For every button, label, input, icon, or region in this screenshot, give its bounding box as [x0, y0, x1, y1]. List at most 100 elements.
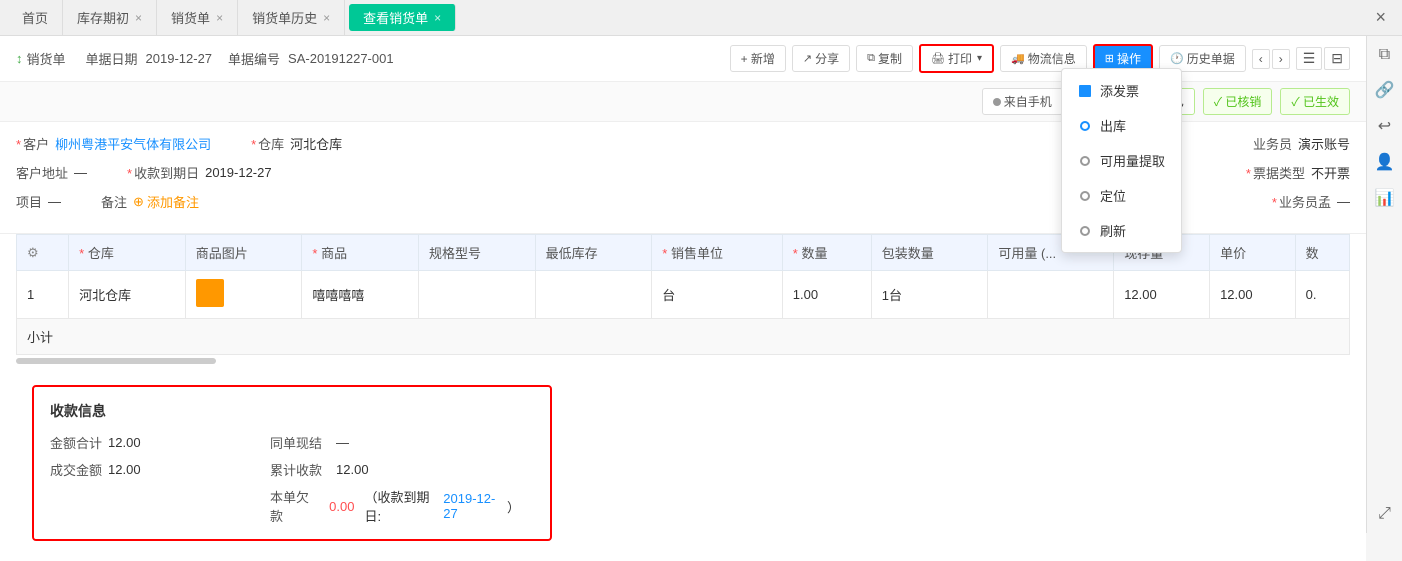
due-note-open: （收款到期日: [364, 487, 435, 525]
due-note-close: ） [507, 497, 520, 516]
due-date: 2019-12-27 [443, 491, 501, 521]
close-sales-tab[interactable]: × [216, 11, 223, 25]
window-close-button[interactable]: × [1367, 7, 1394, 28]
remark-field: 备注 ⊕ 添加备注 [101, 192, 199, 211]
cumulative-row: 累计收款 12.00 [270, 460, 520, 479]
next-button[interactable]: › [1272, 49, 1290, 69]
product-image [196, 279, 224, 307]
share-button[interactable]: ↗ 分享 [792, 45, 850, 72]
customer-field: 客户 柳州粤港平安气体有限公司 [16, 134, 211, 153]
payment-section: 收款信息 金额合计 12.00 同单现结 — 成交金额 12.00 [32, 385, 552, 541]
col-product: * 商品 [302, 235, 419, 271]
payment-date-value: 2019-12-27 [205, 165, 272, 180]
project-field: 项目 — [16, 192, 61, 211]
doc-date: 单据日期 2019-12-27 [86, 49, 213, 68]
transaction-row: 成交金额 12.00 [50, 460, 270, 479]
locate-item[interactable]: 定位 [1062, 178, 1181, 213]
scroll-thumb [16, 358, 216, 364]
doc-actions: + 新增 ↗ 分享 ⧉ 复制 🖨 打印 ▾ 🚚 物流信息 [730, 44, 1350, 73]
col-min-stock: 最低库存 [535, 235, 652, 271]
col-product-img: 商品图片 [185, 235, 302, 271]
check-circle-icon: ✓ [1214, 95, 1222, 109]
effective-button[interactable]: ✓ 已生效 [1280, 88, 1350, 115]
staff-value: 演示账号 [1298, 134, 1350, 153]
ticket-label: 票据类型 [1246, 163, 1305, 182]
tab-sales-order[interactable]: 销货单 × [157, 0, 238, 35]
refresh-item[interactable]: 刷新 [1062, 213, 1181, 248]
sidebar-chart-icon[interactable]: 📊 [1375, 188, 1395, 208]
row-product: 嘻嘻嘻嘻 [302, 271, 419, 319]
same-order-value: — [336, 435, 349, 450]
settings-gear-icon[interactable]: ⚙ [27, 245, 39, 260]
add-button[interactable]: + 新增 [730, 45, 786, 72]
cancelled-button[interactable]: ✓ 已核销 [1203, 88, 1273, 115]
row-min-stock [535, 271, 652, 319]
subtotal-row: 小计 [17, 319, 1350, 355]
row-warehouse: 河北仓库 [69, 271, 186, 319]
row-spec [419, 271, 536, 319]
tab-bar: 首页 库存期初 × 销货单 × 销货单历史 × 查看销货单 × × [0, 0, 1402, 36]
col-pack-qty: 包装数量 [871, 235, 988, 271]
close-inventory-tab[interactable]: × [135, 11, 142, 25]
address-label: 客户地址 [16, 163, 68, 182]
doc-number: 单据编号 SA-20191227-001 [228, 49, 394, 68]
right-sidebar: ⧉ 🔗 ↩ 👤 📊 ⤢ [1366, 36, 1402, 533]
locate-icon [1078, 189, 1092, 203]
cumulative-label: 累计收款 [270, 460, 322, 479]
transaction-value: 12.00 [108, 462, 141, 477]
payment-section-wrapper: 收款信息 金额合计 12.00 同单现结 — 成交金额 12.00 [0, 365, 1366, 561]
history-icon: 🕐 [1170, 52, 1184, 65]
payment-grid: 金额合计 12.00 同单现结 — 成交金额 12.00 累计收款 12.00 [50, 433, 534, 525]
add-remark-button[interactable]: ⊕ 添加备注 [133, 192, 199, 211]
address-field: 客户地址 — [16, 163, 87, 182]
close-history-tab[interactable]: × [323, 11, 330, 25]
tab-home[interactable]: 首页 [8, 0, 63, 35]
mobile-button[interactable]: 来自手机 [982, 88, 1063, 115]
print-icon: 🖨 [931, 52, 945, 65]
list-view-button[interactable]: ☰ [1296, 47, 1323, 70]
available-qty-icon [1078, 154, 1092, 168]
total-amount-row: 金额合计 12.00 [50, 433, 270, 452]
horizontal-scrollbar[interactable] [16, 357, 1350, 365]
due-label: 本单欠款 [270, 487, 315, 525]
copy-button[interactable]: ⧉ 复制 [856, 45, 913, 72]
sidebar-user-icon[interactable]: 👤 [1375, 152, 1395, 172]
project-value: — [48, 194, 61, 209]
remark-label: 备注 [101, 192, 127, 211]
nav-arrows: ‹ › [1252, 49, 1290, 69]
row-amount: 0. [1295, 271, 1349, 319]
ticket-value: 不开票 [1311, 163, 1350, 182]
add-invoice-item[interactable]: 添发票 [1062, 73, 1181, 108]
project-label: 项目 [16, 192, 42, 211]
sales-order-icon: ↕ [16, 51, 23, 66]
col-settings[interactable]: ⚙ [17, 235, 69, 271]
mobile-dot [993, 98, 1001, 106]
tab-view-sales[interactable]: 查看销货单 × [349, 4, 456, 31]
sales-staff-field: 业务员孟 — [1272, 192, 1350, 211]
sales-staff-value: — [1337, 194, 1350, 209]
close-view-sales-tab[interactable]: × [434, 11, 441, 25]
prev-button[interactable]: ‹ [1252, 49, 1270, 69]
due-value: 0.00 [329, 499, 354, 514]
col-warehouse: * 仓库 [69, 235, 186, 271]
print-button[interactable]: 🖨 打印 ▾ [919, 44, 994, 73]
col-amount: 数 [1295, 235, 1349, 271]
customer-value[interactable]: 柳州粤港平安气体有限公司 [55, 134, 211, 153]
outbound-item[interactable]: 出库 [1062, 108, 1181, 143]
grid-view-button[interactable]: ⊟ [1324, 47, 1350, 70]
tab-inventory-init[interactable]: 库存期初 × [63, 0, 157, 35]
sidebar-copy-icon[interactable]: ⧉ [1379, 46, 1390, 64]
view-toggle: ☰ ⊟ [1296, 47, 1350, 70]
payment-date-field: 收款到期日 2019-12-27 [127, 163, 272, 182]
copy-icon: ⧉ [867, 52, 875, 65]
available-qty-item[interactable]: 可用量提取 [1062, 143, 1181, 178]
payment-date-label: 收款到期日 [127, 163, 199, 182]
same-order-label: 同单现结 [270, 433, 322, 452]
sidebar-return-icon[interactable]: ↩ [1378, 116, 1391, 136]
row-pack-qty: 1台 [871, 271, 988, 319]
sidebar-expand-icon[interactable]: ⤢ [1378, 505, 1391, 523]
share-icon: ↗ [803, 52, 812, 65]
doc-meta: 单据日期 2019-12-27 单据编号 SA-20191227-001 [86, 49, 730, 68]
tab-sales-history[interactable]: 销货单历史 × [238, 0, 345, 35]
sidebar-link-icon[interactable]: 🔗 [1375, 80, 1395, 100]
